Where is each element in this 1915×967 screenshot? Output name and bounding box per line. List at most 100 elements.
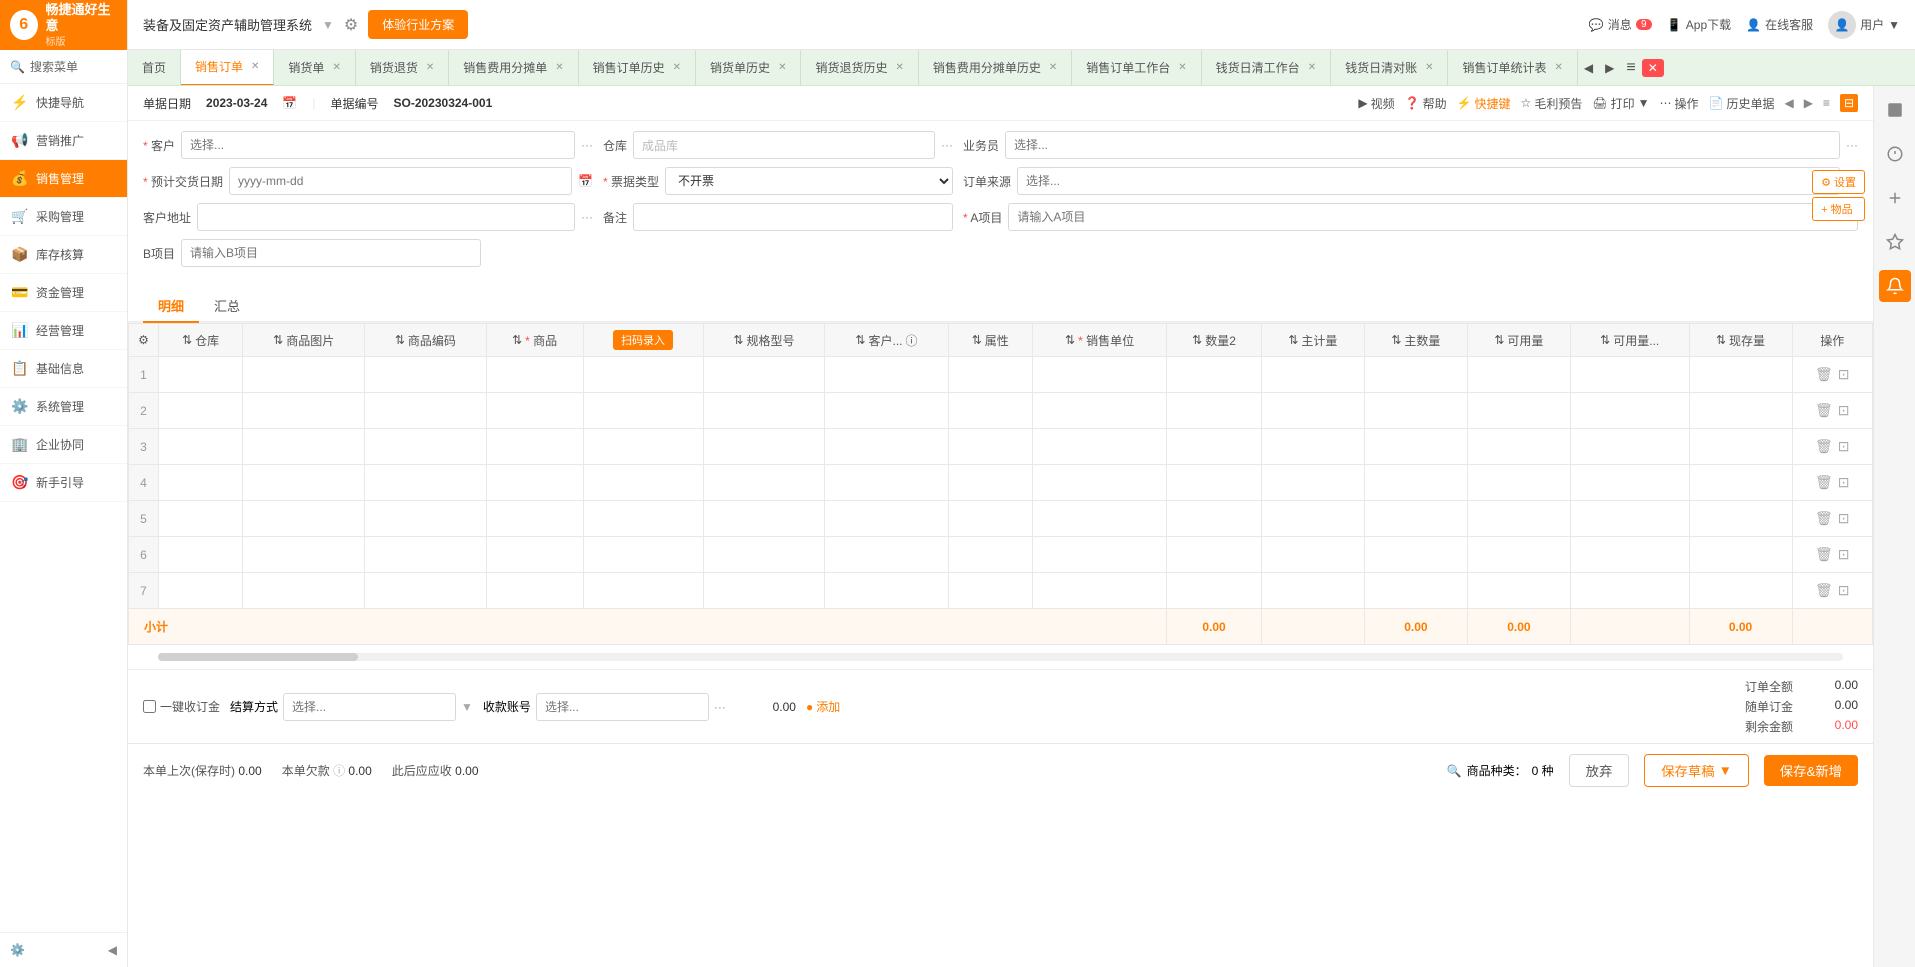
row-stock-1[interactable] xyxy=(1689,357,1792,393)
row-qty2-3[interactable] xyxy=(1167,429,1262,465)
salesperson-more-icon[interactable]: ··· xyxy=(1846,138,1858,152)
row-warehouse-3[interactable] xyxy=(159,429,243,465)
sidebar-item-system[interactable]: ⚙️ 系统管理 xyxy=(0,388,127,426)
row-warehouse-2[interactable] xyxy=(159,393,243,429)
row-copy-icon-4[interactable]: ⊡ xyxy=(1838,474,1850,491)
save-draft-dropdown-icon[interactable]: ▼ xyxy=(1719,763,1732,778)
row-main-unit-7[interactable] xyxy=(1261,573,1364,609)
row-goods-6[interactable] xyxy=(486,537,583,573)
row-main-unit-4[interactable] xyxy=(1261,465,1364,501)
panel-icon-2[interactable] xyxy=(1879,138,1911,170)
row-qty2-6[interactable] xyxy=(1167,537,1262,573)
row-spec-7[interactable] xyxy=(703,573,825,609)
sidebar-item-enterprise[interactable]: 🏢 企业协同 xyxy=(0,426,127,464)
th-scan[interactable]: 扫码录入 xyxy=(583,324,703,357)
row-qty2-2[interactable] xyxy=(1167,393,1262,429)
tab-menu-icon[interactable]: ≡ xyxy=(1620,59,1641,77)
tab-close-sales-workbench[interactable]: ✕ xyxy=(1178,62,1186,73)
row-code-1[interactable] xyxy=(365,357,487,393)
user-menu[interactable]: 👤 用户 ▼ xyxy=(1828,11,1900,39)
row-image-3[interactable] xyxy=(243,429,365,465)
row-code-5[interactable] xyxy=(365,501,487,537)
nav-next-icon[interactable]: ▶ xyxy=(1804,96,1813,110)
row-goods-2[interactable] xyxy=(486,393,583,429)
row-attr-2[interactable] xyxy=(948,393,1032,429)
row-spec-3[interactable] xyxy=(703,429,825,465)
row-copy-icon-2[interactable]: ⊡ xyxy=(1838,402,1850,419)
row-cust-code-1[interactable] xyxy=(825,357,948,393)
th-image[interactable]: ⇅ 商品图片 xyxy=(243,324,365,357)
address-more-icon[interactable]: ··· xyxy=(581,210,593,224)
tab-expense-history[interactable]: 销售费用分摊单历史 ✕ xyxy=(919,50,1072,86)
collapse-icon[interactable]: ◀ xyxy=(108,943,117,957)
settle-checkbox[interactable] xyxy=(143,700,156,713)
row-available2-4[interactable] xyxy=(1570,465,1689,501)
panel-icon-4[interactable] xyxy=(1879,226,1911,258)
row-spec-4[interactable] xyxy=(703,465,825,501)
th-code[interactable]: ⇅ 商品编码 xyxy=(365,324,487,357)
th-main-qty[interactable]: ⇅ 主数量 xyxy=(1364,324,1467,357)
row-stock-2[interactable] xyxy=(1689,393,1792,429)
row-stock-5[interactable] xyxy=(1689,501,1792,537)
row-unit-7[interactable] xyxy=(1032,573,1166,609)
th-stock[interactable]: ⇅ 现存量 xyxy=(1689,324,1792,357)
settings-gear-icon[interactable]: ⚙ xyxy=(344,15,358,35)
tab-close-sales-expense[interactable]: ✕ xyxy=(555,62,563,73)
tab-summary[interactable]: 汇总 xyxy=(199,290,255,323)
add-goods-btn[interactable]: + 物品 xyxy=(1812,197,1865,221)
row-code-4[interactable] xyxy=(365,465,487,501)
th-spec[interactable]: ⇅ 规格型号 xyxy=(703,324,825,357)
row-cust-code-2[interactable] xyxy=(825,393,948,429)
tab-close-daily-reconcile[interactable]: ✕ xyxy=(1425,62,1433,73)
row-warehouse-1[interactable] xyxy=(159,357,243,393)
row-attr-7[interactable] xyxy=(948,573,1032,609)
delivery-date-input[interactable] xyxy=(229,167,572,195)
row-cust-code-6[interactable] xyxy=(825,537,948,573)
tab-daily-clear[interactable]: 钱货日清工作台 ✕ xyxy=(1202,50,1331,86)
tab-sales-invoice[interactable]: 销货单 ✕ xyxy=(274,50,355,86)
row-unit-5[interactable] xyxy=(1032,501,1166,537)
invoice-type-select[interactable]: 不开票 增值税普通发票 增值税专用发票 xyxy=(665,167,953,195)
row-main-unit-1[interactable] xyxy=(1261,357,1364,393)
row-delete-icon-3[interactable]: 🗑 xyxy=(1815,438,1833,455)
row-attr-6[interactable] xyxy=(948,537,1032,573)
tab-sales-expense[interactable]: 销售费用分摊单 ✕ xyxy=(449,50,578,86)
online-service[interactable]: 👤 在线客服 xyxy=(1746,16,1813,33)
row-attr-5[interactable] xyxy=(948,501,1032,537)
tab-close-sales-return[interactable]: ✕ xyxy=(426,62,434,73)
row-image-7[interactable] xyxy=(243,573,365,609)
row-available2-3[interactable] xyxy=(1570,429,1689,465)
b-project-input[interactable] xyxy=(181,239,481,267)
view-mode-list[interactable]: ⊟ xyxy=(1840,94,1858,112)
row-image-4[interactable] xyxy=(243,465,365,501)
tab-sales-return[interactable]: 销货退货 ✕ xyxy=(356,50,449,86)
sidebar-item-inventory[interactable]: 📦 库存核算 xyxy=(0,236,127,274)
row-main-unit-5[interactable] xyxy=(1261,501,1364,537)
row-cust-code-4[interactable] xyxy=(825,465,948,501)
row-main-qty-7[interactable] xyxy=(1364,573,1467,609)
warehouse-input[interactable] xyxy=(633,131,935,159)
row-code-7[interactable] xyxy=(365,573,487,609)
row-main-qty-4[interactable] xyxy=(1364,465,1467,501)
row-image-2[interactable] xyxy=(243,393,365,429)
sidebar-item-operations[interactable]: 📊 经营管理 xyxy=(0,312,127,350)
solution-button[interactable]: 体验行业方案 xyxy=(368,10,468,39)
add-settle-btn[interactable]: ● 添加 xyxy=(806,698,840,715)
th-attr[interactable]: ⇅ 属性 xyxy=(948,324,1032,357)
scan-enter-btn[interactable]: 扫码录入 xyxy=(613,330,673,350)
row-main-unit-6[interactable] xyxy=(1261,537,1364,573)
order-source-input[interactable] xyxy=(1017,167,1840,195)
nav-prev-icon[interactable]: ◀ xyxy=(1784,96,1793,110)
row-cust-code-7[interactable] xyxy=(825,573,948,609)
row-spec-2[interactable] xyxy=(703,393,825,429)
row-available2-2[interactable] xyxy=(1570,393,1689,429)
save-draft-button[interactable]: 保存草稿 ▼ xyxy=(1644,754,1749,787)
panel-icon-3[interactable] xyxy=(1879,182,1911,214)
row-qty2-5[interactable] xyxy=(1167,501,1262,537)
row-available-5[interactable] xyxy=(1467,501,1570,537)
row-attr-1[interactable] xyxy=(948,357,1032,393)
account-input[interactable] xyxy=(536,693,709,721)
tab-return-history[interactable]: 销货退货历史 ✕ xyxy=(801,50,918,86)
row-copy-icon-7[interactable]: ⊡ xyxy=(1838,582,1850,599)
tab-invoice-history[interactable]: 销货单历史 ✕ xyxy=(696,50,801,86)
